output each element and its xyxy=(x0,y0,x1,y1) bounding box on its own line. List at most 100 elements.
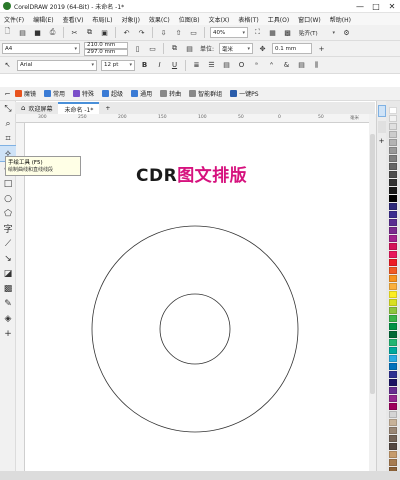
menu-text[interactable]: 文本(X) xyxy=(209,15,230,24)
menu-layout[interactable]: 布局(L) xyxy=(92,15,112,24)
color-swatch[interactable] xyxy=(389,275,397,282)
color-swatch[interactable] xyxy=(389,355,397,362)
color-swatch[interactable] xyxy=(389,331,397,338)
color-swatch[interactable] xyxy=(389,411,397,418)
grid-icon[interactable]: ▩ xyxy=(282,27,293,38)
color-swatch[interactable] xyxy=(389,315,397,322)
print-icon[interactable]: ⎙ xyxy=(47,27,58,38)
color-swatch[interactable] xyxy=(389,419,397,426)
horizontal-ruler[interactable]: 300 250 200 150 100 50 0 50 毫米 xyxy=(16,114,369,123)
menu-table[interactable]: 表格(T) xyxy=(238,15,258,24)
polygon-tool-icon[interactable]: ⬠ xyxy=(0,206,16,221)
rulers-icon[interactable]: ▦ xyxy=(267,27,278,38)
align-icon[interactable]: ≣ xyxy=(191,60,202,71)
plugin-super[interactable]: 超级 xyxy=(102,89,123,98)
inner-circle[interactable] xyxy=(159,293,231,365)
color-swatch[interactable] xyxy=(389,443,397,450)
menu-effects[interactable]: 效果(C) xyxy=(149,15,170,24)
menu-edit[interactable]: 编辑(E) xyxy=(33,15,53,24)
page-height-field[interactable]: 297.0 mm xyxy=(84,48,128,56)
vertical-text-icon[interactable]: ⫼ xyxy=(311,60,322,71)
opentype-icon[interactable]: & xyxy=(281,60,292,71)
export-icon[interactable]: ⇧ xyxy=(173,27,184,38)
color-swatch[interactable] xyxy=(389,115,397,122)
color-swatch[interactable] xyxy=(389,163,397,170)
undo-icon[interactable]: ↶ xyxy=(121,27,132,38)
plugin-convert-curves[interactable]: 转曲 xyxy=(160,89,181,98)
shape-tool-icon[interactable]: ⌕ xyxy=(0,116,16,131)
pick-tool-icon[interactable]: ⤡ xyxy=(0,101,16,116)
color-swatch[interactable] xyxy=(389,291,397,298)
pick-tool-icon[interactable]: ↖ xyxy=(2,60,13,71)
menu-tools[interactable]: 工具(O) xyxy=(268,15,289,24)
crop-tool-icon[interactable]: ⌗ xyxy=(0,131,16,146)
snap-to-dropdown[interactable]: 贴齐(T) xyxy=(297,27,337,38)
color-swatch[interactable] xyxy=(389,243,397,250)
color-swatch[interactable] xyxy=(389,323,397,330)
vertical-scrollbar[interactable] xyxy=(369,114,376,480)
plugin-one-key-ps[interactable]: 一键PS xyxy=(230,89,259,98)
color-swatch[interactable] xyxy=(389,307,397,314)
color-swatch[interactable] xyxy=(389,195,397,202)
color-swatch[interactable] xyxy=(389,131,397,138)
color-swatch[interactable] xyxy=(389,395,397,402)
add-tool-icon[interactable]: + xyxy=(0,326,16,341)
text-properties-icon[interactable]: O xyxy=(236,60,247,71)
menu-view[interactable]: 查看(V) xyxy=(63,15,84,24)
options-icon[interactable]: ⚙ xyxy=(341,27,352,38)
menu-file[interactable]: 文件(F) xyxy=(4,15,24,24)
full-screen-icon[interactable]: ⛶ xyxy=(252,27,263,38)
plugin-special[interactable]: 特殊 xyxy=(73,89,94,98)
color-swatch[interactable] xyxy=(389,435,397,442)
current-page-icon[interactable]: ▤ xyxy=(184,43,195,54)
horizontal-text-icon[interactable]: ▤ xyxy=(296,60,307,71)
rectangle-tool-icon[interactable]: □ xyxy=(0,176,16,191)
units-select[interactable]: 毫米 xyxy=(219,43,254,54)
color-swatch[interactable] xyxy=(389,187,397,194)
underline-button[interactable]: U xyxy=(169,60,180,71)
eyedropper-tool-icon[interactable]: ✎ xyxy=(0,296,16,311)
close-button[interactable]: ✕ xyxy=(384,2,400,11)
minimize-button[interactable]: — xyxy=(352,2,368,11)
menu-window[interactable]: 窗口(W) xyxy=(298,15,321,24)
color-swatch[interactable] xyxy=(389,387,397,394)
color-swatch[interactable] xyxy=(389,259,397,266)
color-swatch[interactable] xyxy=(389,147,397,154)
font-size-select[interactable]: 12 pt xyxy=(101,59,135,71)
menu-bitmaps[interactable]: 位图(B) xyxy=(179,15,200,24)
duplicate-distance-icon[interactable]: + xyxy=(316,43,327,54)
landscape-icon[interactable]: ▭ xyxy=(147,43,158,54)
open-icon[interactable]: ▤ xyxy=(17,27,28,38)
tab-welcome-screen[interactable]: ⌂ 欢迎屏幕 xyxy=(15,102,58,114)
parallel-dimension-icon[interactable]: ⟋ xyxy=(0,236,16,251)
scrollbar-thumb[interactable] xyxy=(370,134,375,394)
color-swatch[interactable] xyxy=(389,339,397,346)
save-icon[interactable]: ■ xyxy=(32,27,43,38)
color-swatch[interactable] xyxy=(389,451,397,458)
connector-tool-icon[interactable]: ↘ xyxy=(0,251,16,266)
vertical-ruler[interactable] xyxy=(16,123,25,480)
menu-help[interactable]: 帮助(H) xyxy=(330,15,351,24)
color-swatch[interactable] xyxy=(389,211,397,218)
outer-circle[interactable] xyxy=(91,225,299,433)
bold-button[interactable]: B xyxy=(139,60,150,71)
color-swatch[interactable] xyxy=(389,347,397,354)
docker-tab-objects[interactable] xyxy=(378,121,386,133)
color-swatch[interactable] xyxy=(389,139,397,146)
menu-object[interactable]: 对象(J) xyxy=(121,15,139,24)
color-swatch[interactable] xyxy=(389,283,397,290)
color-swatch[interactable] xyxy=(389,267,397,274)
portrait-icon[interactable]: ▯ xyxy=(132,43,143,54)
color-swatch[interactable] xyxy=(389,427,397,434)
docker-tab-properties[interactable] xyxy=(378,105,386,117)
color-swatch[interactable] xyxy=(389,235,397,242)
new-tab-button[interactable]: + xyxy=(99,102,116,114)
plugin-common[interactable]: 常用 xyxy=(44,89,65,98)
color-swatch[interactable] xyxy=(389,203,397,210)
drop-cap-icon[interactable]: ▤ xyxy=(221,60,232,71)
canvas-headline[interactable]: CDR图文排版 xyxy=(136,161,247,186)
color-swatch[interactable] xyxy=(389,251,397,258)
copy-icon[interactable]: ⧉ xyxy=(84,27,95,38)
zoom-level-select[interactable]: 40% xyxy=(210,27,248,38)
edit-text-icon[interactable]: ᵃ xyxy=(251,60,262,71)
